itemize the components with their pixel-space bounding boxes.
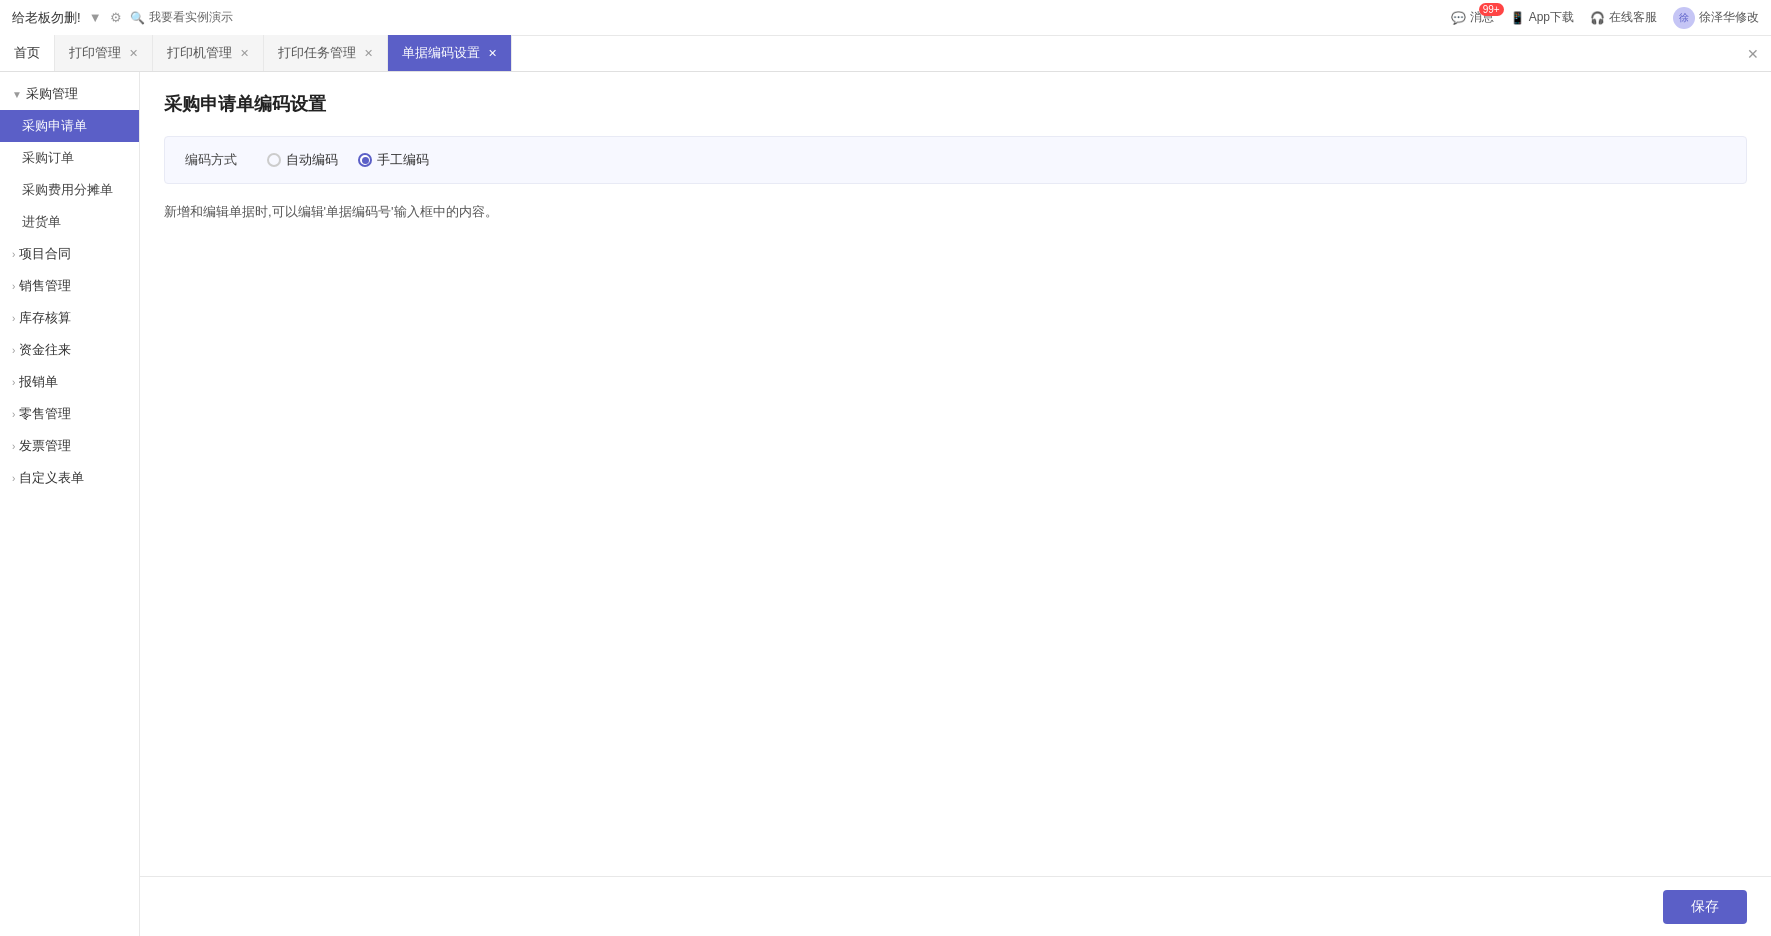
save-button[interactable]: 保存	[1663, 890, 1747, 924]
sidebar-group-returns-label: 报销单	[19, 373, 58, 391]
search-text: 我要看实例演示	[149, 9, 233, 26]
chevron-right-icon-project: ›	[12, 249, 15, 260]
sidebar-purchase-children: 采购申请单 采购订单 采购费用分摊单 进货单	[0, 110, 139, 238]
tab-home-label: 首页	[14, 44, 40, 62]
user-name: 徐泽华修改	[1699, 9, 1759, 26]
sidebar-group-custom-forms[interactable]: › 自定义表单	[0, 462, 139, 494]
sidebar-item-purchase-order[interactable]: 采购订单	[0, 142, 139, 174]
sidebar-group-inventory-label: 库存核算	[19, 309, 71, 327]
brand-text: 给老板勿删!	[12, 9, 81, 27]
auto-code-radio[interactable]: 自动编码	[267, 151, 338, 169]
app-icon: 📱	[1510, 11, 1525, 25]
sidebar-group-retail-label: 零售管理	[19, 405, 71, 423]
sidebar-item-purchase-request[interactable]: 采购申请单	[0, 110, 139, 142]
sidebar-group-invoice-label: 发票管理	[19, 437, 71, 455]
chevron-right-icon-inventory: ›	[12, 313, 15, 324]
sidebar-group-capital-label: 资金往来	[19, 341, 71, 359]
message-btn[interactable]: 💬 消息 99+	[1451, 9, 1494, 26]
sidebar-item-purchase-expense[interactable]: 采购费用分摊单	[0, 174, 139, 206]
tab-bar-close-btn[interactable]: ✕	[1747, 46, 1759, 62]
app-download-label: App下载	[1529, 9, 1574, 26]
sidebar-group-returns[interactable]: › 报销单	[0, 366, 139, 398]
page-content: 采购申请单编码设置 编码方式 自动编码 手工编码 新增和编辑单据时,可以编辑'单…	[140, 72, 1771, 876]
chevron-right-icon-capital: ›	[12, 345, 15, 356]
tab-bar: 首页 打印管理 ✕ 打印机管理 ✕ 打印任务管理 ✕ 单据编码设置 ✕ ✕	[0, 36, 1771, 72]
radio-group: 自动编码 手工编码	[267, 151, 429, 169]
tab-print-mgmt-close[interactable]: ✕	[129, 47, 138, 60]
coding-section: 编码方式 自动编码 手工编码	[164, 136, 1747, 184]
chevron-right-icon-returns: ›	[12, 377, 15, 388]
tab-print-task-label: 打印任务管理	[278, 44, 356, 62]
tab-barcode-close[interactable]: ✕	[488, 47, 497, 60]
tab-barcode-label: 单据编码设置	[402, 44, 480, 62]
manual-code-label: 手工编码	[377, 151, 429, 169]
tab-home[interactable]: 首页	[0, 35, 55, 71]
sidebar: ▼ 采购管理 采购申请单 采购订单 采购费用分摊单 进货单 › 项目合同 › 销…	[0, 72, 140, 936]
sidebar-group-custom-label: 自定义表单	[19, 469, 84, 487]
main-layout: ▼ 采购管理 采购申请单 采购订单 采购费用分摊单 进货单 › 项目合同 › 销…	[0, 72, 1771, 936]
user-avatar-area[interactable]: 徐 徐泽华修改	[1673, 7, 1759, 29]
top-bar: 给老板勿删! ▼ ⚙ 🔍 我要看实例演示 💬 消息 99+ 📱 App下载 🎧 …	[0, 0, 1771, 36]
chevron-right-icon-retail: ›	[12, 409, 15, 420]
manual-code-radio[interactable]: 手工编码	[358, 151, 429, 169]
tab-print-task-close[interactable]: ✕	[364, 47, 373, 60]
sidebar-group-sales[interactable]: › 销售管理	[0, 270, 139, 302]
page-title: 采购申请单编码设置	[164, 92, 1747, 116]
coding-label: 编码方式	[185, 151, 237, 169]
tab-printer-mgmt-close[interactable]: ✕	[240, 47, 249, 60]
top-bar-left: 给老板勿删! ▼ ⚙ 🔍 我要看实例演示	[12, 9, 233, 27]
settings-icon[interactable]: ⚙	[110, 10, 122, 25]
app-download-btn[interactable]: 📱 App下载	[1510, 9, 1574, 26]
search-icon: 🔍	[130, 11, 145, 25]
tab-print-mgmt-label: 打印管理	[69, 44, 121, 62]
search-bar[interactable]: 🔍 我要看实例演示	[130, 9, 233, 26]
main-content: 采购申请单编码设置 编码方式 自动编码 手工编码 新增和编辑单据时,可以编辑'单…	[140, 72, 1771, 936]
chevron-right-icon-sales: ›	[12, 281, 15, 292]
message-icon: 💬	[1451, 11, 1466, 25]
sidebar-group-retail[interactable]: › 零售管理	[0, 398, 139, 430]
chevron-right-icon-invoice: ›	[12, 441, 15, 452]
sidebar-group-purchase-arrow: ▼	[12, 89, 22, 100]
sidebar-item-stock-in[interactable]: 进货单	[0, 206, 139, 238]
sidebar-group-project-label: 项目合同	[19, 245, 71, 263]
sidebar-group-capital[interactable]: › 资金往来	[0, 334, 139, 366]
tab-print-mgmt[interactable]: 打印管理 ✕	[55, 35, 153, 71]
manual-code-circle	[358, 153, 372, 167]
tab-printer-mgmt[interactable]: 打印机管理 ✕	[153, 35, 264, 71]
online-service-btn[interactable]: 🎧 在线客服	[1590, 9, 1657, 26]
sidebar-group-purchase-label: 采购管理	[26, 85, 78, 103]
sidebar-group-sales-label: 销售管理	[19, 277, 71, 295]
tab-barcode-setting[interactable]: 单据编码设置 ✕	[388, 35, 512, 71]
sidebar-group-purchase-header[interactable]: ▼ 采购管理	[0, 78, 139, 110]
service-icon: 🎧	[1590, 11, 1605, 25]
auto-code-label: 自动编码	[286, 151, 338, 169]
tab-print-task[interactable]: 打印任务管理 ✕	[264, 35, 388, 71]
hint-text: 新增和编辑单据时,可以编辑'单据编码号'输入框中的内容。	[164, 202, 1747, 223]
chevron-right-icon-custom: ›	[12, 473, 15, 484]
top-bar-right: 💬 消息 99+ 📱 App下载 🎧 在线客服 徐 徐泽华修改	[1451, 7, 1759, 29]
footer-bar: 保存	[140, 876, 1771, 936]
avatar: 徐	[1673, 7, 1695, 29]
message-badge: 99+	[1479, 3, 1504, 16]
tab-printer-mgmt-label: 打印机管理	[167, 44, 232, 62]
dropdown-icon[interactable]: ▼	[89, 10, 102, 25]
sidebar-group-inventory[interactable]: › 库存核算	[0, 302, 139, 334]
online-service-label: 在线客服	[1609, 9, 1657, 26]
sidebar-group-purchase: ▼ 采购管理 采购申请单 采购订单 采购费用分摊单 进货单	[0, 78, 139, 238]
sidebar-group-invoice[interactable]: › 发票管理	[0, 430, 139, 462]
auto-code-circle	[267, 153, 281, 167]
sidebar-group-project[interactable]: › 项目合同	[0, 238, 139, 270]
